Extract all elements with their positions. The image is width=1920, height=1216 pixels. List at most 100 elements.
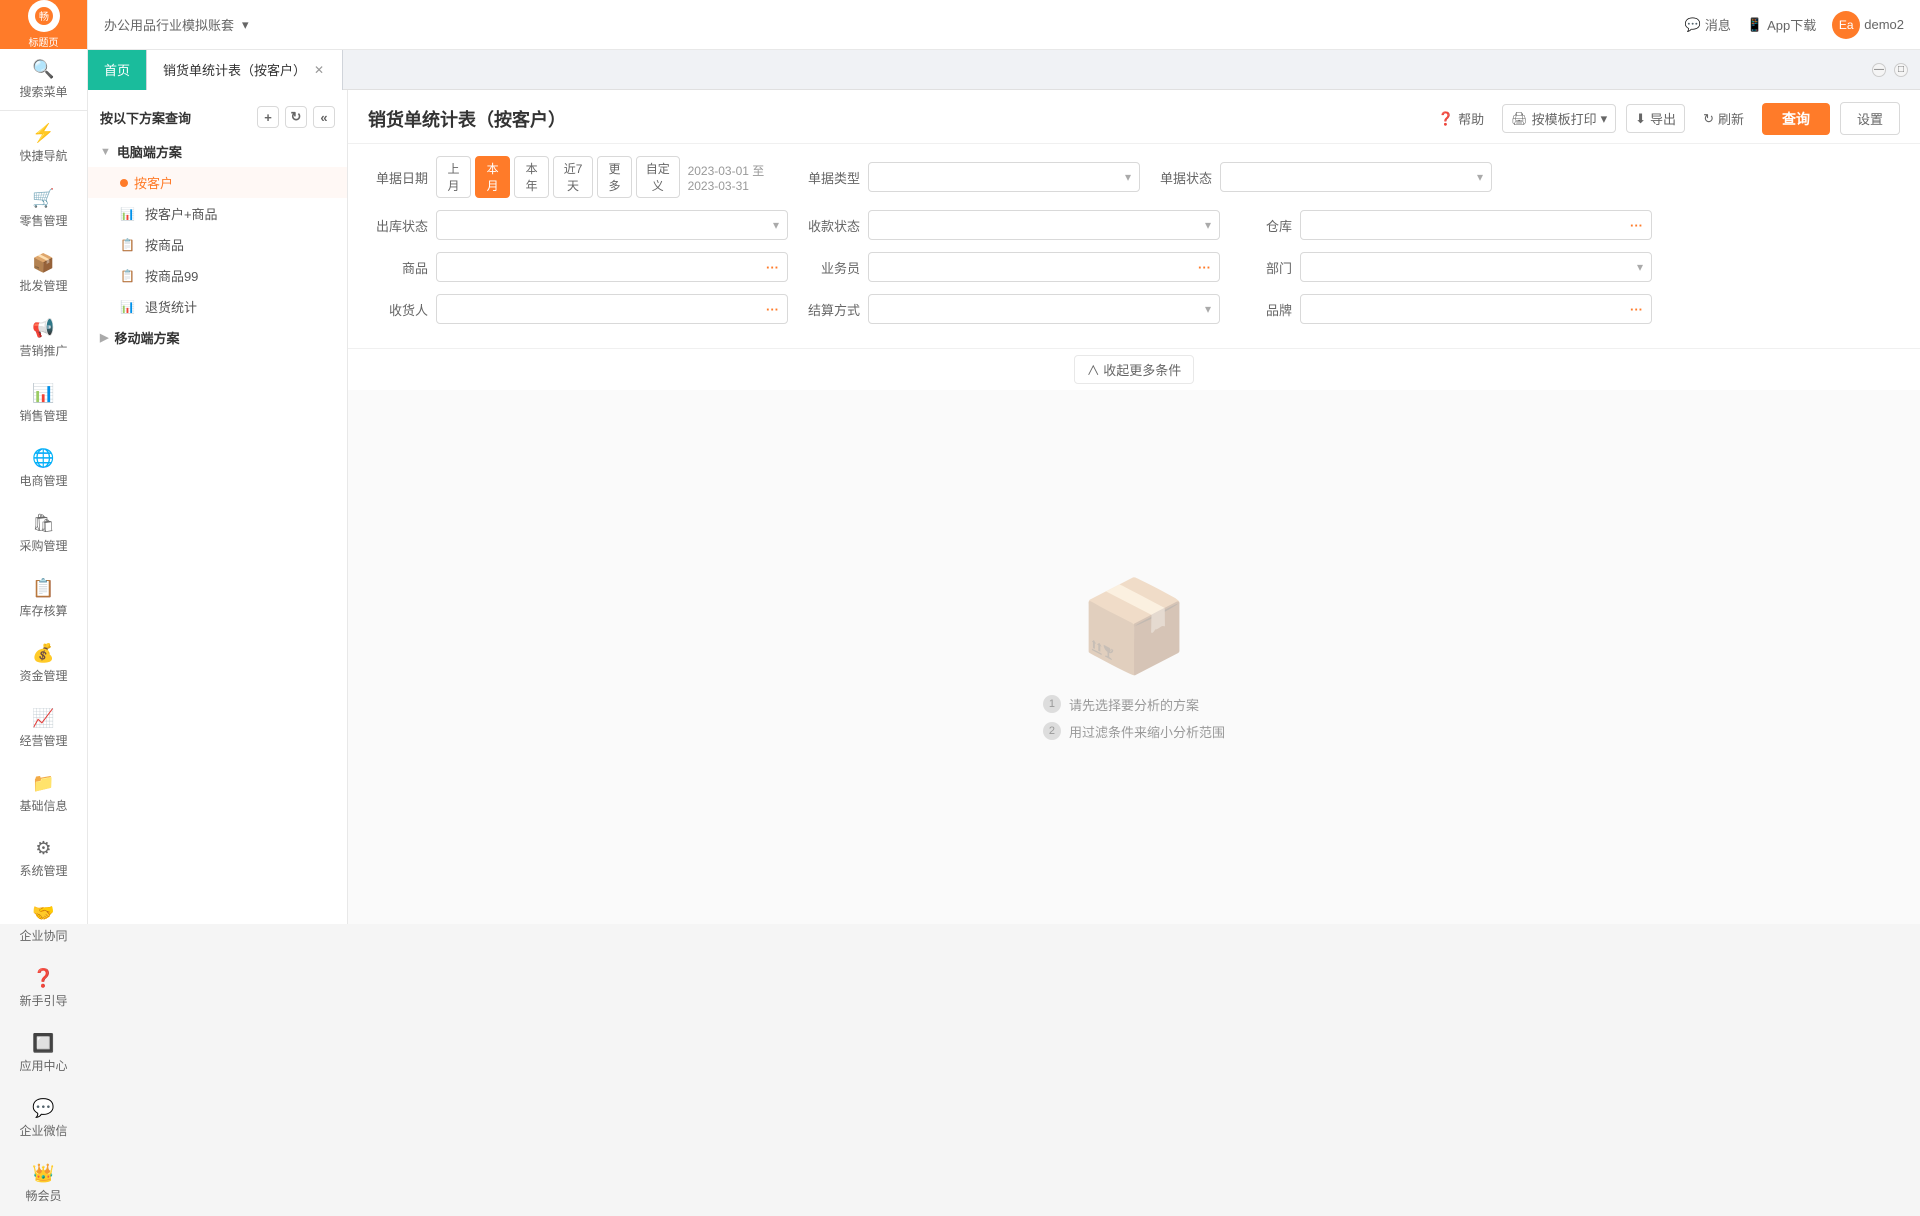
- help-icon: ❓: [1438, 111, 1454, 127]
- department-chevron: ▾: [1637, 260, 1643, 274]
- sidebar-item-vip[interactable]: 👑 畅会员: [0, 1151, 87, 1216]
- department-select[interactable]: ▾: [1300, 252, 1652, 282]
- settlement-select[interactable]: ▾: [868, 294, 1220, 324]
- header-right: 💬 消息 📱 App下载 Ea demo2: [1685, 11, 1904, 39]
- tree-item-by-product-99[interactable]: 📋 按商品99: [88, 260, 347, 291]
- date-btn-more[interactable]: 更多: [597, 156, 632, 198]
- warehouse-label: 仓库: [1232, 216, 1292, 235]
- tree-item-by-customer[interactable]: 按客户: [88, 167, 347, 198]
- table-icon-2: 📋: [120, 269, 135, 283]
- sidebar-label-enterprise: 企业协同: [19, 927, 67, 944]
- sidebar-item-marketing[interactable]: 📢 营销推广: [0, 306, 87, 371]
- sidebar-item-inventory[interactable]: 📋 库存核算: [0, 566, 87, 631]
- message-btn[interactable]: 💬 消息: [1685, 15, 1731, 34]
- salesperson-select[interactable]: ···: [868, 252, 1220, 282]
- wechat-icon: 💬: [32, 1098, 54, 1119]
- tab-sales-stat[interactable]: 销货单统计表（按客户） ✕: [147, 50, 343, 90]
- maximize-btn[interactable]: □: [1894, 63, 1908, 77]
- filter-row-3: 商品 ··· 业务员 ··· 部门: [368, 252, 1900, 282]
- tree-item-by-customer-product-label: 按客户+商品: [145, 204, 218, 223]
- user-area[interactable]: Ea demo2: [1832, 11, 1904, 39]
- sidebar-item-sales[interactable]: 📊 销售管理: [0, 371, 87, 436]
- filter-doc-status: 单据状态 ▾: [1152, 162, 1492, 192]
- tip-num-2: 2: [1043, 722, 1061, 740]
- sidebar-item-system[interactable]: ⚙ 系统管理: [0, 826, 87, 891]
- header-dropdown-icon[interactable]: ▾: [242, 17, 249, 33]
- settings-btn[interactable]: 设置: [1840, 102, 1900, 135]
- collapse-btn[interactable]: ∧ 收起更多条件: [1074, 355, 1195, 384]
- collapse-panel-btn[interactable]: «: [313, 106, 335, 128]
- out-status-select[interactable]: ▾: [436, 210, 788, 240]
- tree-item-by-product[interactable]: 📋 按商品: [88, 229, 347, 260]
- guide-icon: ❓: [32, 968, 54, 989]
- filter-receipt-status: 收款状态 ▾: [800, 210, 1220, 240]
- sidebar-item-wholesale[interactable]: 📦 批发管理: [0, 241, 87, 306]
- doc-type-select[interactable]: ▾: [868, 162, 1140, 192]
- sidebar-label-search: 搜索菜单: [19, 83, 67, 100]
- apps-icon: 🔲: [32, 1033, 54, 1054]
- tip-num-1: 1: [1043, 695, 1061, 713]
- inventory-icon: 📋: [32, 578, 54, 599]
- finance-icon: 💰: [32, 643, 54, 664]
- header-title-area[interactable]: 办公用品行业模拟账套 ▾: [104, 15, 249, 34]
- sidebar-item-finance[interactable]: 💰 资金管理: [0, 631, 87, 696]
- sidebar-item-guide[interactable]: ❓ 新手引导: [0, 956, 87, 1021]
- tab-bar: 首页 销货单统计表（按客户） ✕ — □: [88, 50, 1920, 90]
- sidebar-item-operation[interactable]: 📈 经营管理: [0, 696, 87, 761]
- tree-item-by-product-label: 按商品: [145, 235, 184, 254]
- app-download-btn[interactable]: 📱 App下载: [1747, 15, 1816, 34]
- logo-text: 标题页: [29, 34, 59, 49]
- tree-section-desktop[interactable]: ▼ 电脑端方案: [88, 136, 347, 167]
- tree-item-return-stats[interactable]: 📊 退货统计: [88, 291, 347, 322]
- receiver-dots: ···: [766, 302, 779, 317]
- date-btn-this-month[interactable]: 本月: [475, 156, 510, 198]
- logo[interactable]: 畅 标题页: [0, 0, 87, 49]
- sidebar-item-purchase[interactable]: 🛍 采购管理: [0, 501, 87, 566]
- receipt-status-select[interactable]: ▾: [868, 210, 1220, 240]
- refresh-btn[interactable]: ↻ 刷新: [1695, 105, 1752, 132]
- table-icon-1: 📋: [120, 238, 135, 252]
- warehouse-select[interactable]: ···: [1300, 210, 1652, 240]
- settlement-label: 结算方式: [800, 300, 860, 319]
- tab-home[interactable]: 首页: [88, 50, 147, 90]
- brand-dots: ···: [1630, 302, 1643, 317]
- tree-section-mobile[interactable]: ▶ 移动端方案: [88, 322, 347, 353]
- sidebar-item-retail[interactable]: 🛒 零售管理: [0, 176, 87, 241]
- date-btn-custom[interactable]: 自定义: [636, 156, 680, 198]
- filter-department: 部门 ▾: [1232, 252, 1652, 282]
- export-btn[interactable]: ⬇ 导出: [1626, 104, 1685, 133]
- help-btn[interactable]: ❓ 帮助: [1430, 105, 1492, 132]
- product-select[interactable]: ···: [436, 252, 788, 282]
- date-btn-this-year[interactable]: 本年: [514, 156, 549, 198]
- tab-home-label: 首页: [104, 60, 130, 79]
- print-icon: 🖨: [1511, 111, 1528, 127]
- sidebar-item-quick-nav[interactable]: ⚡ 快捷导航: [0, 111, 87, 176]
- query-btn[interactable]: 查询: [1762, 103, 1830, 135]
- settlement-chevron: ▾: [1205, 302, 1211, 316]
- tree-item-by-customer-product[interactable]: 📊 按客户+商品: [88, 198, 347, 229]
- sidebar-label-guide: 新手引导: [19, 992, 67, 1009]
- template-print-btn[interactable]: 🖨 按模板打印 ▾: [1502, 104, 1616, 133]
- sidebar-item-ecommerce[interactable]: 🌐 电商管理: [0, 436, 87, 501]
- tab-close-icon[interactable]: ✕: [312, 61, 326, 79]
- minimize-btn[interactable]: —: [1872, 63, 1886, 77]
- help-label: 帮助: [1458, 109, 1484, 128]
- date-btn-last-month[interactable]: 上月: [436, 156, 471, 198]
- empty-tips: 1 请先选择要分析的方案 2 用过滤条件来缩小分析范围: [1043, 695, 1225, 741]
- empty-illustration: 📦: [1078, 574, 1190, 679]
- add-scheme-btn[interactable]: +: [257, 106, 279, 128]
- sidebar-item-wechat[interactable]: 💬 企业微信: [0, 1086, 87, 1151]
- sidebar-label-vip: 畅会员: [25, 1187, 61, 1204]
- sidebar-item-search[interactable]: 🔍 搜索菜单: [0, 49, 87, 111]
- sidebar-item-apps[interactable]: 🔲 应用中心: [0, 1021, 87, 1086]
- sidebar-label-basic: 基础信息: [19, 797, 67, 814]
- brand-select[interactable]: ···: [1300, 294, 1652, 324]
- print-dropdown-icon[interactable]: ▾: [1601, 111, 1608, 127]
- doc-status-select[interactable]: ▾: [1220, 162, 1492, 192]
- sidebar-item-basic[interactable]: 📁 基础信息: [0, 761, 87, 826]
- empty-tip-2: 2 用过滤条件来缩小分析范围: [1043, 722, 1225, 741]
- export-label: 导出: [1650, 109, 1676, 128]
- receiver-select[interactable]: ···: [436, 294, 788, 324]
- refresh-scheme-btn[interactable]: ↻: [285, 106, 307, 128]
- date-btn-7days[interactable]: 近7天: [553, 156, 593, 198]
